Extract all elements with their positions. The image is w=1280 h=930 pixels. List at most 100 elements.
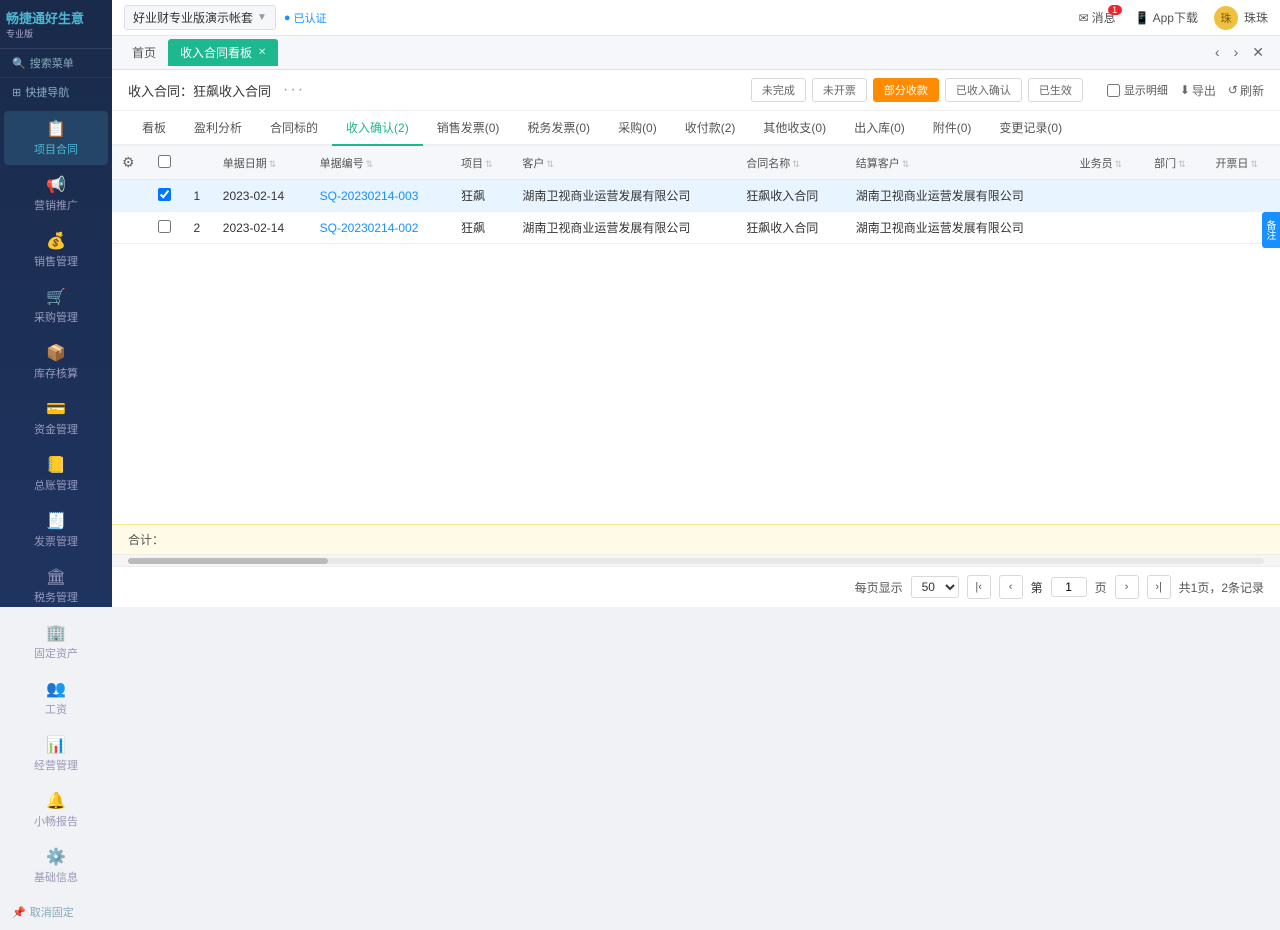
sidebar-item-label: 工资	[45, 701, 67, 717]
tab-other-income[interactable]: 其他收支(0)	[749, 111, 840, 146]
sidebar-item-hr[interactable]: 👥 工资	[4, 671, 108, 725]
sidebar-item-invoice[interactable]: 🧾 发票管理	[4, 503, 108, 557]
th-open-date[interactable]: 开票日⇅	[1205, 146, 1280, 180]
app-logo: 畅捷通好生意 专业版	[0, 0, 112, 49]
next-tab-button[interactable]: ›	[1230, 42, 1243, 63]
sidebar-item-operations[interactable]: 📊 经营管理	[4, 727, 108, 781]
td-checkbox-2[interactable]	[148, 212, 181, 244]
contract-board-tab[interactable]: 收入合同看板 ✕	[168, 39, 278, 66]
table-row[interactable]: 2 2023-02-14 SQ-20230214-002 狂飙 湖南卫视商业运营…	[112, 212, 1280, 244]
last-page-button[interactable]: ›|	[1147, 575, 1171, 599]
scrollbar-thumb[interactable]	[128, 558, 328, 564]
show-detail-checkbox[interactable]	[1107, 84, 1120, 97]
sidebar-item-sales[interactable]: 💰 销售管理	[4, 223, 108, 277]
export-button[interactable]: ⬇ 导出	[1180, 82, 1216, 99]
td-contract-2: 狂飙收入合同	[736, 212, 846, 244]
td-settings	[112, 180, 148, 212]
th-number[interactable]: 单据编号⇅	[310, 146, 451, 180]
quicknav-button[interactable]: ⊞ 快捷导航	[0, 78, 112, 106]
select-all-checkbox[interactable]	[158, 155, 171, 168]
tab-purchase[interactable]: 采购(0)	[604, 111, 671, 146]
home-tab[interactable]: 首页	[124, 40, 164, 65]
status-partial-payment-button[interactable]: 部分收款	[873, 78, 939, 102]
page-number-input[interactable]	[1051, 577, 1087, 597]
tab-attachment[interactable]: 附件(0)	[919, 111, 986, 146]
horizontal-scrollbar[interactable]	[112, 554, 1280, 566]
td-date-1: 2023-02-14	[213, 180, 310, 212]
tab-profit[interactable]: 盈利分析	[180, 111, 256, 146]
td-number-1[interactable]: SQ-20230214-003	[310, 180, 451, 212]
td-result-customer-1: 湖南卫视商业运营发展有限公司	[846, 180, 1070, 212]
search-menu-button[interactable]: 🔍 搜索菜单	[0, 49, 112, 78]
tab-payment[interactable]: 收付款(2)	[671, 111, 750, 146]
message-button[interactable]: ✉ 1 消息	[1076, 9, 1116, 26]
scrollbar-track[interactable]	[128, 558, 1264, 564]
sidebar-item-reports[interactable]: 🔔 小畅报告	[4, 783, 108, 837]
td-checkbox-1[interactable]	[148, 180, 181, 212]
next-page-button[interactable]: ›	[1115, 575, 1139, 599]
table-row[interactable]: 1 2023-02-14 SQ-20230214-003 狂飙 湖南卫视商业运营…	[112, 180, 1280, 212]
th-contract[interactable]: 合同名称⇅	[736, 146, 846, 180]
settings-icon[interactable]: ⚙	[122, 154, 135, 170]
prev-tab-button[interactable]: ‹	[1211, 42, 1224, 63]
topbar-right: ✉ 1 消息 📱 App下载 珠 珠珠	[1076, 6, 1268, 30]
close-tab-button[interactable]: ✕	[1248, 42, 1268, 63]
th-date[interactable]: 单据日期⇅	[213, 146, 310, 180]
td-number-2[interactable]: SQ-20230214-002	[310, 212, 451, 244]
sort-icon-dept: ⇅	[1178, 159, 1186, 169]
show-detail-checkbox-area[interactable]: 显示明细	[1107, 82, 1168, 98]
more-options-button[interactable]: ···	[283, 81, 305, 99]
general-icon: 📒	[46, 455, 66, 475]
tab-change-log[interactable]: 变更记录(0)	[985, 111, 1076, 146]
user-menu[interactable]: 珠 珠珠	[1214, 6, 1268, 30]
row-checkbox-2[interactable]	[158, 220, 171, 233]
prev-page-button[interactable]: ‹	[999, 575, 1023, 599]
total-label: 合计：	[128, 533, 164, 547]
table-footer-total: 合计：	[112, 524, 1280, 554]
sidebar-item-label: 税务管理	[34, 589, 78, 605]
doc-link-2[interactable]: SQ-20230214-002	[320, 221, 419, 235]
close-tab-icon[interactable]: ✕	[258, 47, 266, 58]
status-not-done-button[interactable]: 未完成	[751, 78, 806, 102]
status-not-invoiced-button[interactable]: 未开票	[812, 78, 867, 102]
sidebar-item-tax[interactable]: 🏛 税务管理	[4, 559, 108, 613]
row-checkbox-1[interactable]	[158, 188, 171, 201]
tab-in-out-storage[interactable]: 出入库(0)	[840, 111, 919, 146]
status-buttons: 未完成 未开票 部分收款 已收入确认 已生效	[751, 78, 1083, 102]
sidebar-item-funds[interactable]: 💳 资金管理	[4, 391, 108, 445]
app-download-button[interactable]: 📱 App下载	[1132, 9, 1198, 26]
refresh-button[interactable]: ↺ 刷新	[1228, 82, 1264, 99]
tab-tax-invoice[interactable]: 税务发票(0)	[513, 111, 604, 146]
note-side-button[interactable]: 备注	[1262, 212, 1280, 248]
page-size-select[interactable]: 50	[911, 576, 959, 598]
sidebar-item-project[interactable]: 📋 项目合同	[4, 111, 108, 165]
th-result-customer[interactable]: 结算客户⇅	[846, 146, 1070, 180]
th-customer[interactable]: 客户⇅	[512, 146, 736, 180]
topbar: 好业财专业版演示帐套 ▼ 已认证 ✉ 1 消息 📱 App下载 珠 珠珠	[112, 0, 1280, 36]
company-selector[interactable]: 好业财专业版演示帐套 ▼	[124, 5, 276, 30]
sidebar-item-inventory[interactable]: 📦 库存核算	[4, 335, 108, 389]
status-effective-button[interactable]: 已生效	[1028, 78, 1083, 102]
sidebar-item-base[interactable]: ⚙️ 基础信息	[4, 839, 108, 893]
th-salesperson[interactable]: 业务员⇅	[1070, 146, 1144, 180]
download-icon: 📱	[1135, 11, 1150, 25]
sidebar-item-general[interactable]: 📒 总账管理	[4, 447, 108, 501]
tab-sales-invoice[interactable]: 销售发票(0)	[423, 111, 514, 146]
sidebar-item-purchase[interactable]: 🛒 采购管理	[4, 279, 108, 333]
sidebar-item-assets[interactable]: 🏢 固定资产	[4, 615, 108, 669]
td-open-date-1	[1205, 180, 1280, 212]
status-income-confirmed-button[interactable]: 已收入确认	[945, 78, 1022, 102]
sidebar-item-marketing[interactable]: 📢 营销推广	[4, 167, 108, 221]
hr-icon: 👥	[46, 679, 66, 699]
invoice-icon: 🧾	[46, 511, 66, 531]
td-contract-1: 狂飙收入合同	[736, 180, 846, 212]
tab-kanban[interactable]: 看板	[128, 111, 180, 146]
th-dept[interactable]: 部门⇅	[1144, 146, 1205, 180]
th-project[interactable]: 项目⇅	[451, 146, 512, 180]
first-page-button[interactable]: |‹	[967, 575, 991, 599]
td-result-customer-2: 湖南卫视商业运营发展有限公司	[846, 212, 1070, 244]
tab-contract-items[interactable]: 合同标的	[256, 111, 332, 146]
tab-income-confirm[interactable]: 收入确认(2)	[332, 111, 423, 146]
cancel-pin-button[interactable]: 📌 取消固定	[8, 900, 104, 924]
doc-link-1[interactable]: SQ-20230214-003	[320, 189, 419, 203]
